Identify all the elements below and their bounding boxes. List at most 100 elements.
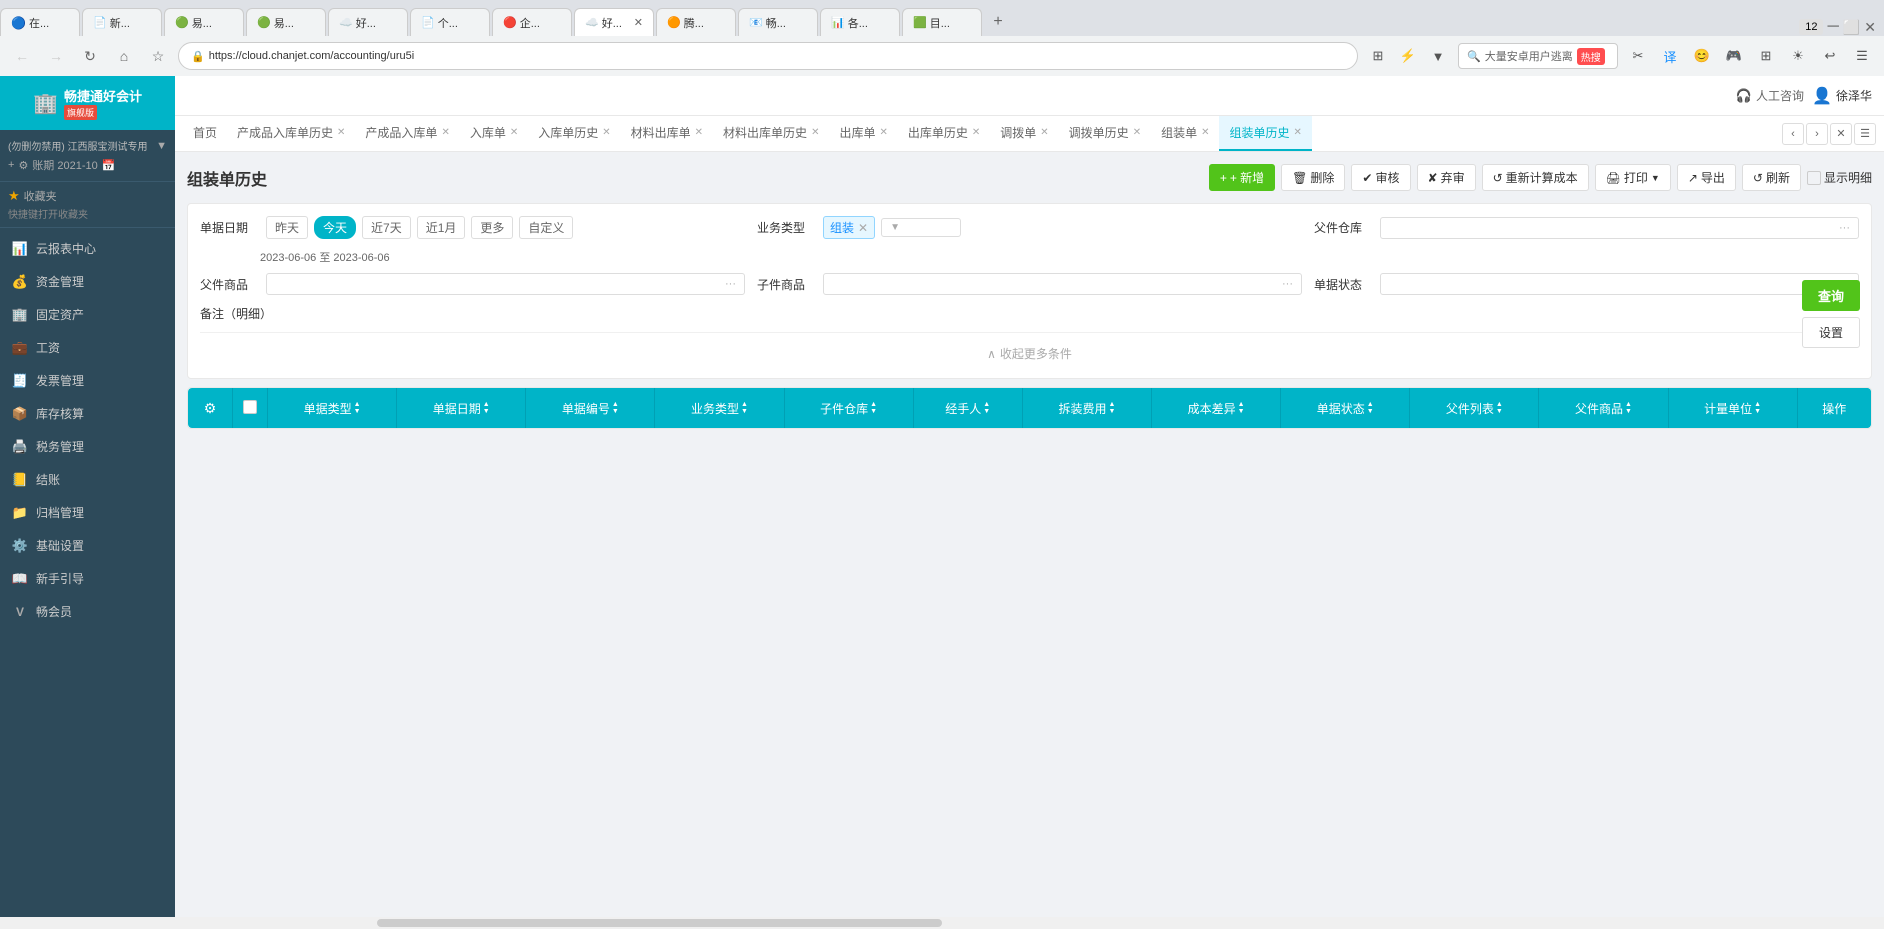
child-goods-more[interactable]: ··· bbox=[1282, 278, 1293, 290]
parent-goods-more[interactable]: ··· bbox=[725, 278, 736, 290]
nav-tab-material-out-history-close[interactable]: ✕ bbox=[811, 127, 819, 138]
horizontal-scrollbar[interactable] bbox=[0, 917, 1884, 929]
th-cost-diff[interactable]: 成本差异 ▲▼ bbox=[1152, 388, 1281, 428]
menu-item-payroll[interactable]: 💼 工资 bbox=[0, 331, 175, 364]
child-goods-input[interactable]: ··· bbox=[823, 273, 1302, 295]
tab-scroll-right[interactable]: › bbox=[1806, 123, 1828, 145]
gear-small-icon[interactable]: ⚙ bbox=[18, 159, 28, 172]
nav-tab-out-order-close[interactable]: ✕ bbox=[879, 127, 887, 138]
browser-tab-3[interactable]: 🟢 易... bbox=[164, 8, 244, 36]
business-type-dropdown[interactable]: ▼ bbox=[881, 218, 961, 237]
tab-scroll-left[interactable]: ‹ bbox=[1782, 123, 1804, 145]
browser-tab-5[interactable]: ☁️ 好... bbox=[328, 8, 408, 36]
nav-tab-home[interactable]: 首页 bbox=[183, 116, 227, 151]
scrollbar-thumb[interactable] bbox=[377, 919, 942, 927]
nav-tab-assembly-history-close[interactable]: ✕ bbox=[1294, 127, 1302, 138]
nav-tab-assembly[interactable]: 组装单 ✕ bbox=[1151, 116, 1219, 151]
bookmark-button[interactable]: ☆ bbox=[144, 42, 172, 70]
nav-tab-transfer[interactable]: 调拨单 ✕ bbox=[990, 116, 1058, 151]
nav-tab-in-order-close[interactable]: ✕ bbox=[510, 127, 518, 138]
add-button[interactable]: + + 新增 bbox=[1209, 164, 1275, 191]
browser-close[interactable]: ✕ bbox=[1864, 19, 1876, 36]
date-btn-custom[interactable]: 自定义 bbox=[519, 216, 573, 239]
translate-icon[interactable]: 译 bbox=[1656, 42, 1684, 70]
consult-area[interactable]: 🎧 人工咨询 bbox=[1736, 87, 1804, 104]
browser-tab-8[interactable]: ☁️ 好... ✕ bbox=[574, 8, 654, 36]
collapse-button[interactable]: ∧ 收起更多条件 bbox=[987, 345, 1072, 362]
menu-item-cloud-report[interactable]: 📊 云报表中心 bbox=[0, 232, 175, 265]
query-button[interactable]: 查询 bbox=[1802, 280, 1860, 311]
home-button[interactable]: ⌂ bbox=[110, 42, 138, 70]
browser-tab-2[interactable]: 📄 新... bbox=[82, 8, 162, 36]
browser-minimize[interactable]: ─ bbox=[1827, 18, 1838, 36]
child-goods-field[interactable] bbox=[832, 277, 1282, 291]
settings-button[interactable]: 设置 bbox=[1802, 317, 1860, 348]
nav-tab-out-order[interactable]: 出库单 ✕ bbox=[829, 116, 897, 151]
th-unit[interactable]: 计量单位 ▲▼ bbox=[1668, 388, 1797, 428]
browser-maximize[interactable]: ⬜ bbox=[1843, 19, 1860, 36]
business-type-close[interactable]: ✕ bbox=[858, 221, 868, 235]
menu-item-member[interactable]: V 畅会员 bbox=[0, 595, 175, 628]
forward-button[interactable]: → bbox=[42, 42, 70, 70]
brightness-icon[interactable]: ☀ bbox=[1784, 42, 1812, 70]
browser-tab-7[interactable]: 🔴 企... bbox=[492, 8, 572, 36]
parent-warehouse-input[interactable]: ··· bbox=[1380, 217, 1859, 239]
abandon-button[interactable]: ✘ 弃审 bbox=[1417, 164, 1476, 191]
th-child-warehouse[interactable]: 子件仓库 ▲▼ bbox=[784, 388, 913, 428]
browser-tab-9[interactable]: 🟠 腾... bbox=[656, 8, 736, 36]
favorites-area[interactable]: ★ 收藏夹 快捷键打开收藏夹 bbox=[0, 182, 175, 228]
tab-more[interactable]: ☰ bbox=[1854, 123, 1876, 145]
date-btn-yesterday[interactable]: 昨天 bbox=[266, 216, 308, 239]
favorites-title[interactable]: 收藏夹 bbox=[24, 188, 57, 204]
nav-tab-transfer-close[interactable]: ✕ bbox=[1040, 127, 1048, 138]
menu-icon[interactable]: ☰ bbox=[1848, 42, 1876, 70]
menu-item-archive[interactable]: 📁 归档管理 bbox=[0, 496, 175, 529]
search-box[interactable]: 🔍 大量安卓用户逃离 热搜 bbox=[1458, 43, 1618, 69]
grid-icon[interactable]: ⊞ bbox=[1752, 42, 1780, 70]
user-area[interactable]: 👤 徐泽华 bbox=[1812, 86, 1872, 106]
scissors-icon[interactable]: ✂ bbox=[1624, 42, 1652, 70]
date-btn-1month[interactable]: 近1月 bbox=[417, 216, 466, 239]
menu-item-settings[interactable]: ⚙️ 基础设置 bbox=[0, 529, 175, 562]
menu-item-tax[interactable]: 🖨️ 税务管理 bbox=[0, 430, 175, 463]
browser-tab-4[interactable]: 🟢 易... bbox=[246, 8, 326, 36]
parent-goods-input[interactable]: ··· bbox=[266, 273, 745, 295]
table-select-all-checkbox[interactable] bbox=[243, 400, 257, 414]
nav-tab-in-history[interactable]: 入库单历史 ✕ bbox=[528, 116, 620, 151]
menu-item-settlement[interactable]: 📒 结账 bbox=[0, 463, 175, 496]
nav-tab-in-order[interactable]: 入库单 ✕ bbox=[460, 116, 528, 151]
nav-tab-material-out-history[interactable]: 材料出库单历史 ✕ bbox=[713, 116, 829, 151]
nav-tab-assembly-close[interactable]: ✕ bbox=[1201, 127, 1209, 138]
display-toggle[interactable]: 显示明细 bbox=[1807, 169, 1872, 186]
refresh-button[interactable]: ↺ 刷新 bbox=[1742, 164, 1801, 191]
menu-item-guide[interactable]: 📖 新手引导 bbox=[0, 562, 175, 595]
nav-tab-out-history[interactable]: 出库单历史 ✕ bbox=[898, 116, 990, 151]
date-btn-more[interactable]: 更多 bbox=[471, 216, 513, 239]
browser-tab-12[interactable]: 🟩 目... bbox=[902, 8, 982, 36]
reload-button[interactable]: ↻ bbox=[76, 42, 104, 70]
audit-button[interactable]: ✔ 审核 bbox=[1351, 164, 1410, 191]
export-button[interactable]: ↗ 导出 bbox=[1677, 164, 1736, 191]
parent-warehouse-field[interactable] bbox=[1389, 221, 1839, 235]
browser-tab-10[interactable]: 📧 畅... bbox=[738, 8, 818, 36]
game-icon[interactable]: 🎮 bbox=[1720, 42, 1748, 70]
th-settings[interactable]: ⚙ bbox=[188, 388, 233, 428]
nav-tab-transfer-history-close[interactable]: ✕ bbox=[1133, 127, 1141, 138]
th-handler[interactable]: 经手人 ▲▼ bbox=[913, 388, 1022, 428]
date-btn-today[interactable]: 今天 bbox=[314, 216, 356, 239]
address-bar[interactable]: 🔒 https://cloud.chanjet.com/accounting/u… bbox=[178, 42, 1358, 70]
th-bill-status[interactable]: 单据状态 ▲▼ bbox=[1281, 388, 1410, 428]
th-parent-goods[interactable]: 父件商品 ▲▼ bbox=[1539, 388, 1668, 428]
nav-tab-out-history-close[interactable]: ✕ bbox=[972, 127, 980, 138]
bill-status-field[interactable] bbox=[1389, 277, 1840, 291]
recalculate-button[interactable]: ↺ 重新计算成本 bbox=[1482, 164, 1589, 191]
th-bill-no[interactable]: 单据编号 ▲▼ bbox=[526, 388, 655, 428]
th-checkbox[interactable] bbox=[233, 388, 268, 428]
browser-tab-1[interactable]: 🔵 在... bbox=[0, 8, 80, 36]
nav-tab-transfer-history[interactable]: 调拨单历史 ✕ bbox=[1059, 116, 1151, 151]
nav-tab-material-out[interactable]: 材料出库单 ✕ bbox=[621, 116, 713, 151]
menu-item-invoice[interactable]: 🧾 发票管理 bbox=[0, 364, 175, 397]
nav-tab-production-in-history[interactable]: 产成品入库单历史 ✕ bbox=[227, 116, 355, 151]
back-button[interactable]: ← bbox=[8, 42, 36, 70]
bill-status-dropdown[interactable]: ▼ bbox=[1380, 273, 1859, 295]
